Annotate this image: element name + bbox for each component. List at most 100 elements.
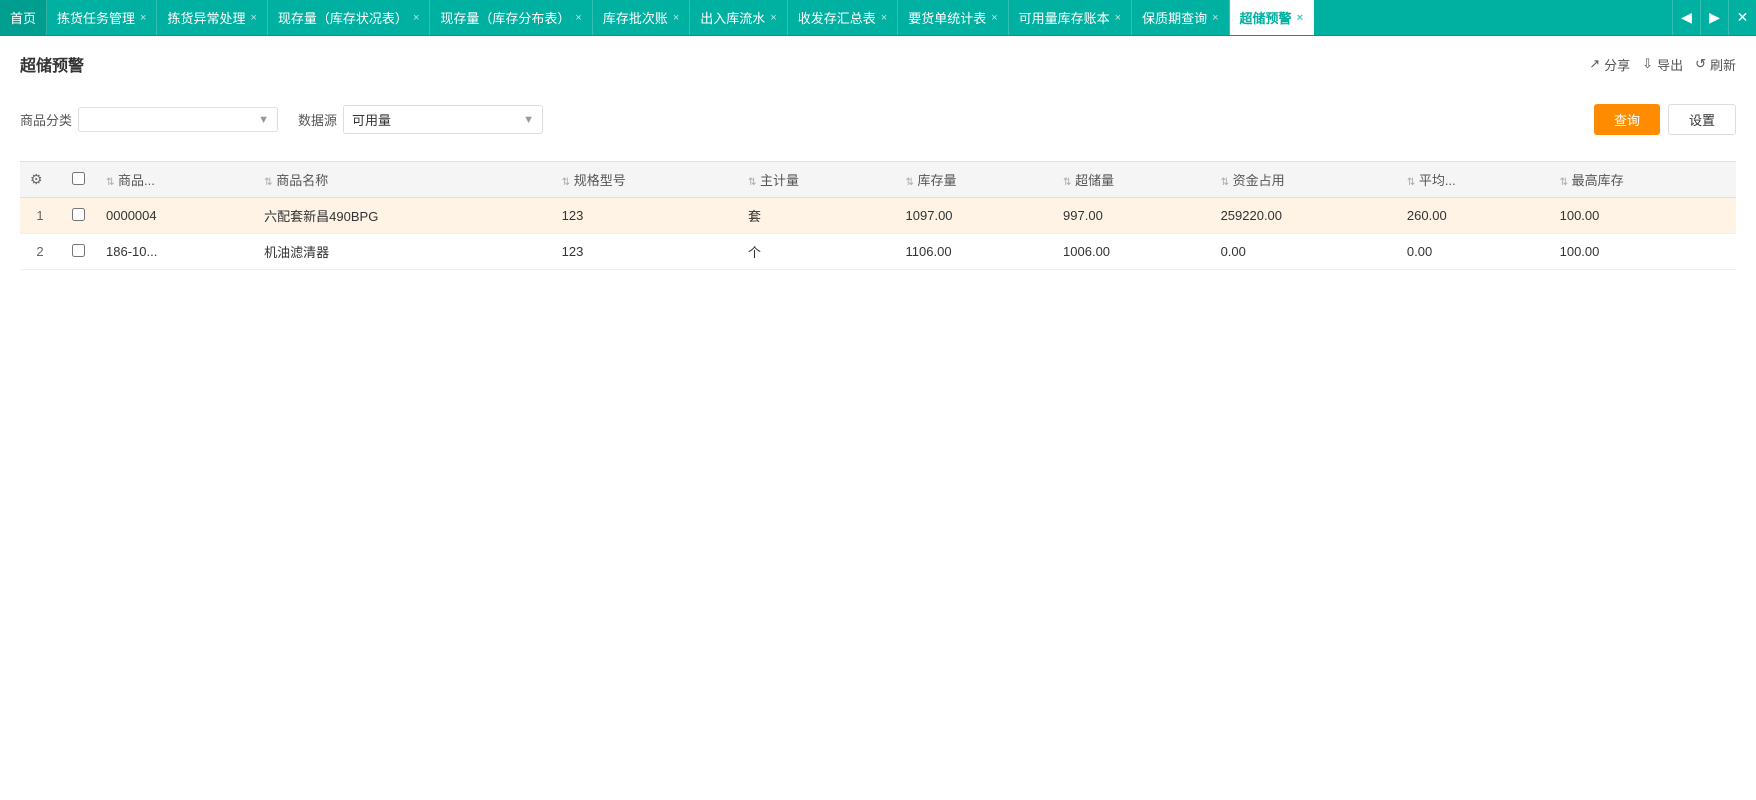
- th-unit[interactable]: ⇅ 主计量: [738, 162, 896, 198]
- refresh-button[interactable]: ↺ 刷新: [1695, 55, 1736, 74]
- close-order-stat[interactable]: ×: [991, 12, 997, 24]
- row-avg: 0.00: [1397, 234, 1550, 270]
- sort-icon: ⇅: [1407, 177, 1415, 188]
- datasource-value: 可用量: [352, 110, 391, 129]
- row-spec: 123: [552, 234, 738, 270]
- page-header: 超储预警 ↗ 分享 ⇩ 导出 ↺ 刷新: [20, 52, 1736, 76]
- sort-icon: ⇅: [1560, 177, 1568, 188]
- data-table: ⚙ ⇅ 商品... ⇅ 商品名称 ⇅ 规格型号 ⇅: [20, 161, 1736, 270]
- query-button[interactable]: 查询: [1594, 104, 1660, 135]
- row-checkbox-cell: [60, 198, 96, 234]
- category-filter: 商品分类 ▼: [20, 107, 278, 132]
- row-number: 1: [20, 198, 60, 234]
- th-gear: ⚙: [20, 162, 60, 198]
- row-product-name: 机油滤清器: [254, 234, 552, 270]
- category-label: 商品分类: [20, 110, 72, 129]
- table-row: 1 0000004 六配套新昌490BPG 123 套 1097.00 997.…: [20, 198, 1736, 234]
- row-stock: 1097.00: [896, 198, 1054, 234]
- table-header-row: ⚙ ⇅ 商品... ⇅ 商品名称 ⇅ 规格型号 ⇅: [20, 162, 1736, 198]
- th-overstock[interactable]: ⇅ 超储量: [1053, 162, 1211, 198]
- share-button[interactable]: ↗ 分享: [1589, 55, 1630, 74]
- sort-icon: ⇅: [106, 177, 114, 188]
- share-icon: ↗: [1589, 56, 1600, 72]
- close-inventory-status[interactable]: ×: [413, 12, 419, 24]
- nav-order-stat[interactable]: 要货单统计表 ×: [898, 0, 1008, 35]
- header-actions: ↗ 分享 ⇩ 导出 ↺ 刷新: [1589, 55, 1736, 74]
- close-available[interactable]: ×: [1115, 12, 1121, 24]
- nav-inventory-status[interactable]: 现存量（库存状况表） ×: [268, 0, 430, 35]
- settings-button[interactable]: 设置: [1668, 104, 1736, 135]
- top-navigation: 首页 拣货任务管理 × 拣货异常处理 × 现存量（库存状况表） × 现存量（库存…: [0, 0, 1756, 36]
- export-button[interactable]: ⇩ 导出: [1642, 55, 1683, 74]
- nav-arrows: ◀ ▶ ✕: [1672, 0, 1756, 35]
- filter-buttons: 查询 设置: [1594, 104, 1736, 135]
- row-unit: 套: [738, 198, 896, 234]
- nav-close-button[interactable]: ✕: [1728, 0, 1756, 35]
- gear-icon[interactable]: ⚙: [30, 171, 43, 187]
- sort-icon: ⇅: [748, 177, 756, 188]
- row-capital: 259220.00: [1211, 198, 1397, 234]
- row-max-stock: 100.00: [1550, 198, 1736, 234]
- sort-icon: ⇅: [1221, 177, 1229, 188]
- page-content: 超储预警 ↗ 分享 ⇩ 导出 ↺ 刷新 商品分类 ▼ 数据源: [0, 36, 1756, 800]
- nav-quality[interactable]: 保质期查询 ×: [1132, 0, 1229, 35]
- row-checkbox[interactable]: [72, 244, 85, 257]
- close-collect[interactable]: ×: [881, 12, 887, 24]
- th-capital[interactable]: ⇅ 资金占用: [1211, 162, 1397, 198]
- row-overstock: 1006.00: [1053, 234, 1211, 270]
- row-overstock: 997.00: [1053, 198, 1211, 234]
- th-avg[interactable]: ⇅ 平均...: [1397, 162, 1550, 198]
- row-product-name: 六配套新昌490BPG: [254, 198, 552, 234]
- th-product-code[interactable]: ⇅ 商品...: [96, 162, 254, 198]
- select-all-checkbox[interactable]: [72, 172, 85, 185]
- row-product-code: 186-10...: [96, 234, 254, 270]
- th-checkbox: [60, 162, 96, 198]
- row-stock: 1106.00: [896, 234, 1054, 270]
- nav-task-mgmt[interactable]: 拣货任务管理 ×: [47, 0, 157, 35]
- nav-home[interactable]: 首页: [0, 0, 47, 35]
- row-unit: 个: [738, 234, 896, 270]
- nav-batch[interactable]: 库存批次账 ×: [593, 0, 690, 35]
- filter-area: 商品分类 ▼ 数据源 可用量 ▼ 查询 设置: [20, 92, 1736, 147]
- row-number: 2: [20, 234, 60, 270]
- sort-icon: ⇅: [562, 177, 570, 188]
- row-checkbox[interactable]: [72, 208, 85, 221]
- close-quality[interactable]: ×: [1212, 12, 1218, 24]
- nav-next-button[interactable]: ▶: [1700, 0, 1728, 35]
- table-row: 2 186-10... 机油滤清器 123 个 1106.00 1006.00 …: [20, 234, 1736, 270]
- th-stock[interactable]: ⇅ 库存量: [896, 162, 1054, 198]
- datasource-label: 数据源: [298, 110, 337, 129]
- close-overstock[interactable]: ×: [1297, 12, 1303, 24]
- close-inventory-dist[interactable]: ×: [575, 12, 581, 24]
- category-select[interactable]: ▼: [78, 107, 278, 132]
- nav-overstock[interactable]: 超储预警 ×: [1230, 0, 1314, 35]
- sort-icon: ⇅: [1063, 177, 1071, 188]
- row-max-stock: 100.00: [1550, 234, 1736, 270]
- close-abnormal[interactable]: ×: [250, 12, 256, 24]
- row-product-code: 0000004: [96, 198, 254, 234]
- nav-abnormal[interactable]: 拣货异常处理 ×: [157, 0, 267, 35]
- datasource-filter: 数据源 可用量 ▼: [298, 105, 543, 134]
- nav-prev-button[interactable]: ◀: [1672, 0, 1700, 35]
- refresh-icon: ↺: [1695, 56, 1706, 72]
- category-dropdown-icon: ▼: [258, 114, 269, 126]
- datasource-select[interactable]: 可用量 ▼: [343, 105, 543, 134]
- nav-inventory-dist[interactable]: 现存量（库存分布表） ×: [430, 0, 592, 35]
- datasource-dropdown-icon: ▼: [523, 114, 534, 126]
- close-batch[interactable]: ×: [673, 12, 679, 24]
- th-spec[interactable]: ⇅ 规格型号: [552, 162, 738, 198]
- nav-collect[interactable]: 收发存汇总表 ×: [788, 0, 898, 35]
- row-spec: 123: [552, 198, 738, 234]
- export-icon: ⇩: [1642, 56, 1653, 72]
- close-task-mgmt[interactable]: ×: [140, 12, 146, 24]
- sort-icon: ⇅: [264, 177, 272, 188]
- nav-inout[interactable]: 出入库流水 ×: [690, 0, 787, 35]
- row-checkbox-cell: [60, 234, 96, 270]
- th-product-name[interactable]: ⇅ 商品名称: [254, 162, 552, 198]
- sort-icon: ⇅: [906, 177, 914, 188]
- row-avg: 260.00: [1397, 198, 1550, 234]
- nav-available[interactable]: 可用量库存账本 ×: [1009, 0, 1132, 35]
- page-title: 超储预警: [20, 52, 84, 76]
- th-max-stock[interactable]: ⇅ 最高库存: [1550, 162, 1736, 198]
- close-inout[interactable]: ×: [770, 12, 776, 24]
